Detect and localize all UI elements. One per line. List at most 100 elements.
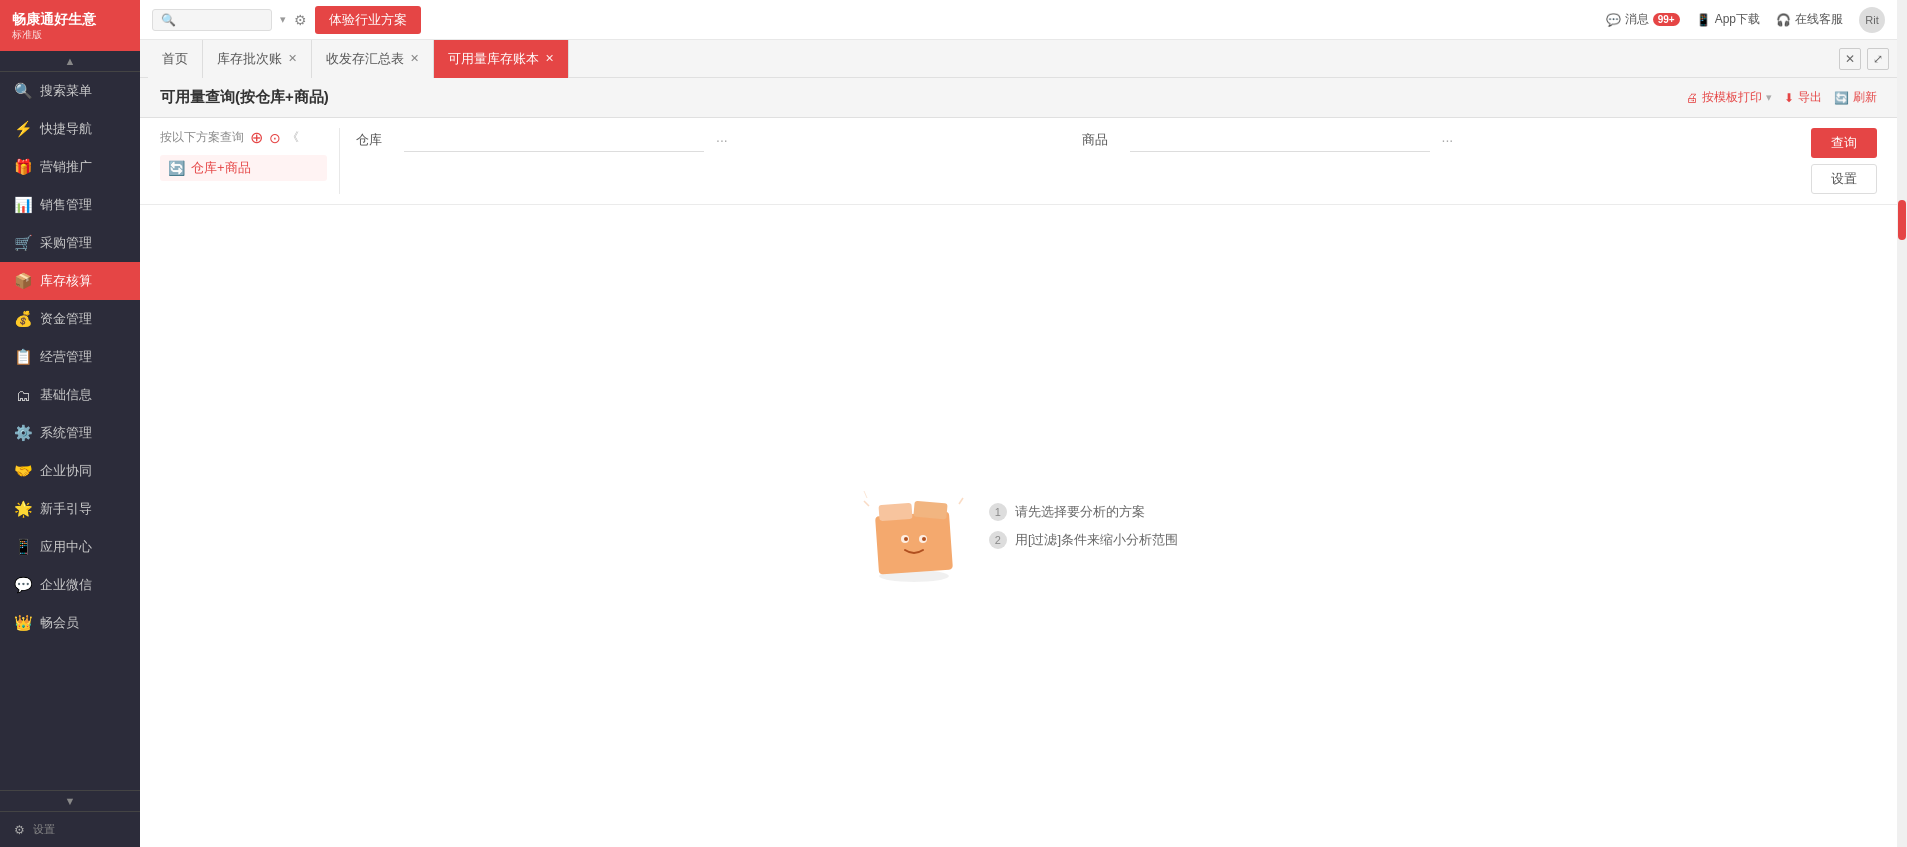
sidebar-item-system[interactable]: ⚙️ 系统管理 bbox=[0, 414, 140, 452]
user-item[interactable]: Rit bbox=[1859, 7, 1885, 33]
warehouse-more-btn[interactable]: ··· bbox=[712, 132, 732, 148]
sidebar-item-marketing[interactable]: 🎁 营销推广 bbox=[0, 148, 140, 186]
print-label: 按模板打印 bbox=[1702, 89, 1762, 106]
filter-area: 按以下方案查询 ⊕ ⊙ 《 🔄 仓库+商品 仓库 ··· bbox=[140, 118, 1897, 205]
product-more-btn[interactable]: ··· bbox=[1438, 132, 1458, 148]
export-label: 导出 bbox=[1798, 89, 1822, 106]
sidebar-item-wechat[interactable]: 💬 企业微信 bbox=[0, 566, 140, 604]
sidebar-item-label: 系统管理 bbox=[40, 424, 92, 442]
sidebar-item-label: 搜索菜单 bbox=[40, 82, 92, 100]
system-icon: ⚙️ bbox=[14, 424, 32, 442]
tab-close-btn[interactable]: ✕ bbox=[1839, 48, 1861, 70]
sidebar-item-search[interactable]: 🔍 搜索菜单 bbox=[0, 72, 140, 110]
sidebar-item-purchase[interactable]: 🛒 采购管理 bbox=[0, 224, 140, 262]
warehouse-input[interactable] bbox=[404, 128, 704, 152]
svg-line-8 bbox=[864, 501, 869, 506]
sidebar-item-member[interactable]: 👑 畅会员 bbox=[0, 604, 140, 642]
marketing-icon: 🎁 bbox=[14, 158, 32, 176]
tab-batch-close-icon[interactable]: ✕ bbox=[288, 52, 297, 65]
sidebar-item-label: 企业协同 bbox=[40, 462, 92, 480]
sidebar-footer: ⚙ 设置 bbox=[0, 811, 140, 847]
online-service-label: 在线客服 bbox=[1795, 11, 1843, 28]
sidebar-item-finance[interactable]: 💰 资金管理 bbox=[0, 300, 140, 338]
sidebar-item-operations[interactable]: 📋 经营管理 bbox=[0, 338, 140, 376]
sidebar-item-enterprise[interactable]: 🤝 企业协同 bbox=[0, 452, 140, 490]
notification-item[interactable]: 💬 消息 99+ bbox=[1606, 11, 1680, 28]
sidebar-logo-sub: 标准版 bbox=[12, 28, 128, 41]
tab-expand-btn[interactable]: ⤢ bbox=[1867, 48, 1889, 70]
hint-number-2: 2 bbox=[989, 531, 1007, 549]
sidebar-item-quicknav[interactable]: ⚡ 快捷导航 bbox=[0, 110, 140, 148]
scheme-settings-btn[interactable]: ⊙ bbox=[269, 130, 281, 146]
tab-available-label: 可用量库存账本 bbox=[448, 50, 539, 68]
product-field-label: 商品 bbox=[1082, 131, 1122, 149]
search-icon: 🔍 bbox=[14, 82, 32, 100]
tabs-controls: ✕ ⤢ bbox=[1839, 48, 1889, 70]
scroll-up-btn[interactable]: ▲ bbox=[65, 55, 76, 67]
scheme-item-warehouse-product[interactable]: 🔄 仓库+商品 bbox=[160, 155, 327, 181]
sidebar-item-label: 营销推广 bbox=[40, 158, 92, 176]
notification-badge: 99+ bbox=[1653, 13, 1680, 26]
svg-rect-2 bbox=[878, 503, 912, 521]
tab-summary[interactable]: 收发存汇总表 ✕ bbox=[312, 40, 434, 78]
quicknav-icon: ⚡ bbox=[14, 120, 32, 138]
right-scrollbar[interactable] bbox=[1897, 0, 1907, 847]
export-btn[interactable]: ⬇ 导出 bbox=[1784, 89, 1822, 106]
app-download-item[interactable]: 📱 App下载 bbox=[1696, 11, 1760, 28]
topbar-chevron-icon[interactable]: ▾ bbox=[280, 13, 286, 26]
filter-field-product: 商品 ··· bbox=[1082, 128, 1792, 152]
sidebar-item-basic[interactable]: 🗂 基础信息 bbox=[0, 376, 140, 414]
sidebar-item-label: 应用中心 bbox=[40, 538, 92, 556]
sidebar-item-label: 基础信息 bbox=[40, 386, 92, 404]
online-service-item[interactable]: 🎧 在线客服 bbox=[1776, 11, 1843, 28]
sidebar-item-sales[interactable]: 📊 销售管理 bbox=[0, 186, 140, 224]
right-scrollbar-handle[interactable] bbox=[1898, 200, 1906, 240]
sales-icon: 📊 bbox=[14, 196, 32, 214]
sidebar-scroll: 🔍 搜索菜单 ⚡ 快捷导航 🎁 营销推广 📊 销售管理 🛒 采购管理 📦 库存核… bbox=[0, 72, 140, 790]
tab-batch[interactable]: 库存批次账 ✕ bbox=[203, 40, 312, 78]
tab-home[interactable]: 首页 bbox=[148, 40, 203, 78]
topbar: 🔍 ▾ ⚙ 体验行业方案 💬 消息 99+ 📱 App下载 🎧 在线客服 Rit bbox=[140, 0, 1897, 40]
tab-available-close-icon[interactable]: ✕ bbox=[545, 52, 554, 65]
app-icon: 📱 bbox=[1696, 13, 1711, 27]
sidebar-item-label: 销售管理 bbox=[40, 196, 92, 214]
filter-field-warehouse: 仓库 ··· bbox=[356, 128, 1066, 152]
print-btn[interactable]: 🖨 按模板打印 ▾ bbox=[1686, 89, 1772, 106]
empty-illustration bbox=[859, 476, 959, 576]
refresh-btn[interactable]: 🔄 刷新 bbox=[1834, 89, 1877, 106]
product-input[interactable] bbox=[1130, 128, 1430, 152]
topbar-search[interactable]: 🔍 bbox=[152, 9, 272, 31]
sidebar-item-appcenter[interactable]: 📱 应用中心 bbox=[0, 528, 140, 566]
trial-button[interactable]: 体验行业方案 bbox=[315, 6, 421, 34]
add-scheme-btn[interactable]: ⊕ bbox=[250, 128, 263, 147]
tab-summary-close-icon[interactable]: ✕ bbox=[410, 52, 419, 65]
empty-hint: 1 请先选择要分析的方案 2 用[过滤]条件来缩小分析范围 bbox=[989, 503, 1178, 549]
svg-point-6 bbox=[904, 537, 908, 541]
query-button[interactable]: 查询 bbox=[1811, 128, 1877, 158]
sidebar-item-label: 经营管理 bbox=[40, 348, 92, 366]
filter-scheme-label: 按以下方案查询 ⊕ ⊙ 《 bbox=[160, 128, 327, 147]
purchase-icon: 🛒 bbox=[14, 234, 32, 252]
sidebar-logo: 畅康通好生意 标准版 bbox=[0, 0, 140, 51]
tab-available[interactable]: 可用量库存账本 ✕ bbox=[434, 40, 569, 78]
scroll-down-btn[interactable]: ▼ bbox=[65, 795, 76, 807]
operations-icon: 📋 bbox=[14, 348, 32, 366]
sidebar-footer-label: 设置 bbox=[33, 822, 55, 837]
print-chevron-icon: ▾ bbox=[1766, 91, 1772, 104]
refresh-icon: 🔄 bbox=[1834, 91, 1849, 105]
avatar: Rit bbox=[1859, 7, 1885, 33]
topbar-gear-icon[interactable]: ⚙ bbox=[294, 12, 307, 28]
enterprise-icon: 🤝 bbox=[14, 462, 32, 480]
hint-item-1: 1 请先选择要分析的方案 bbox=[989, 503, 1178, 521]
sidebar-item-inventory[interactable]: 📦 库存核算 bbox=[0, 262, 140, 300]
sidebar-item-newguide[interactable]: 🌟 新手引导 bbox=[0, 490, 140, 528]
filter-row-1: 仓库 ··· 商品 ··· bbox=[356, 128, 1791, 152]
filter-left: 按以下方案查询 ⊕ ⊙ 《 🔄 仓库+商品 bbox=[160, 128, 340, 194]
sidebar-logo-main: 畅康通好生意 bbox=[12, 10, 128, 28]
topbar-right: 💬 消息 99+ 📱 App下载 🎧 在线客服 Rit bbox=[1606, 7, 1885, 33]
refresh-label: 刷新 bbox=[1853, 89, 1877, 106]
collapse-btn[interactable]: 《 bbox=[287, 129, 299, 146]
tab-batch-label: 库存批次账 bbox=[217, 50, 282, 68]
empty-svg bbox=[859, 476, 969, 586]
settings-button[interactable]: 设置 bbox=[1811, 164, 1877, 194]
